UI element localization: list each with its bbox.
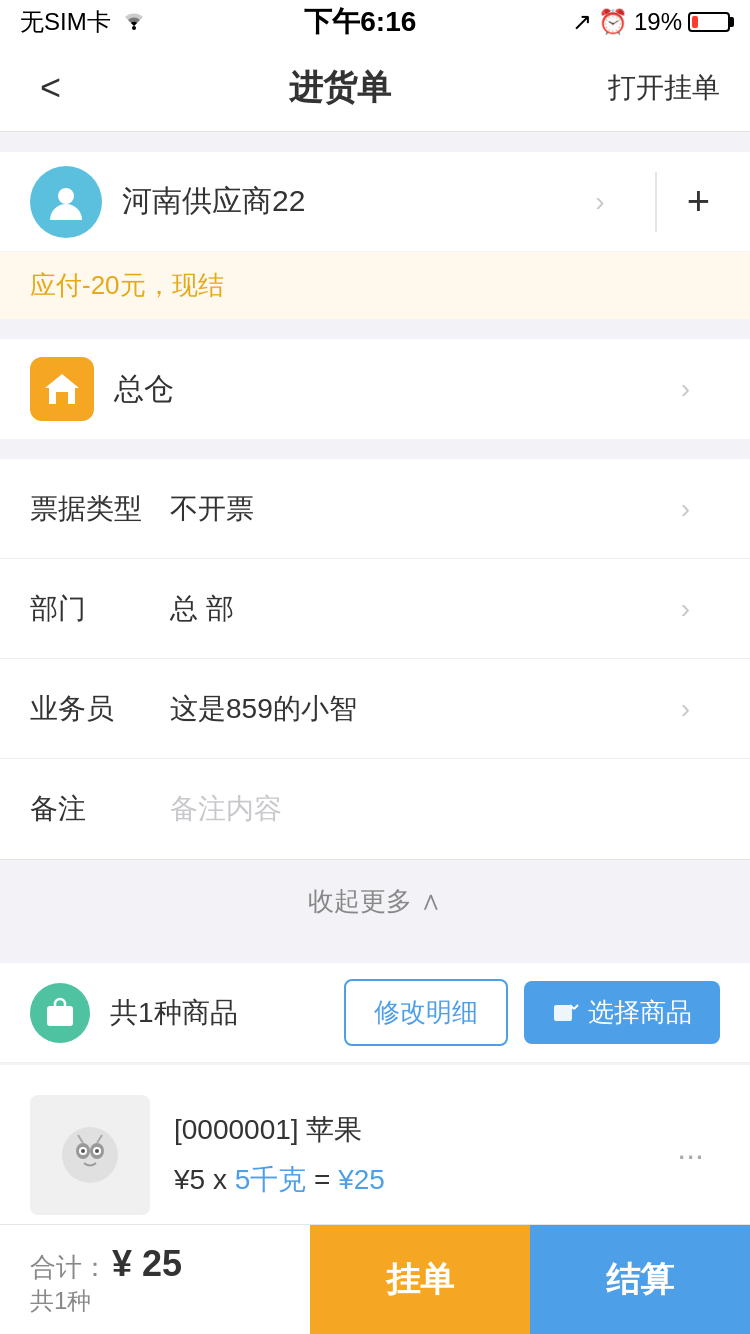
salesman-label: 业务员 xyxy=(30,690,170,728)
add-supplier-button[interactable]: + xyxy=(677,169,720,234)
status-bar: 无SIM卡 下午6:16 ↗ ⏰ 19% xyxy=(0,0,750,44)
nav-bar: < 进货单 打开挂单 xyxy=(0,44,750,132)
supplier-chevron-icon: › xyxy=(595,186,604,218)
product-name: [0000001] 苹果 xyxy=(174,1111,661,1149)
invoice-chevron-icon: › xyxy=(681,493,690,525)
quantity-value: 5千克 xyxy=(235,1164,307,1195)
select-product-button[interactable]: 选择商品 xyxy=(524,981,720,1044)
back-button[interactable]: < xyxy=(30,57,71,119)
checkout-button[interactable]: 结算 xyxy=(530,1225,750,1335)
home-icon xyxy=(43,370,81,408)
svg-rect-2 xyxy=(56,392,68,404)
supplier-avatar xyxy=(30,166,102,238)
select-label: 选择商品 xyxy=(588,995,692,1030)
status-time: 下午6:16 xyxy=(304,3,416,41)
invoice-row[interactable]: 票据类型 不开票 › xyxy=(0,459,750,559)
svg-rect-4 xyxy=(554,1005,572,1021)
products-count: 共1种商品 xyxy=(110,994,344,1032)
collapse-button[interactable]: 收起更多 ∧ xyxy=(0,859,750,943)
modify-detail-button[interactable]: 修改明细 xyxy=(344,979,508,1046)
form-section: 票据类型 不开票 › 部门 总 部 › 业务员 这是859的小智 › 备注 备注… xyxy=(0,459,750,859)
section-gap-1 xyxy=(0,132,750,152)
salesman-value: 这是859的小智 xyxy=(170,690,681,728)
svg-point-7 xyxy=(62,1127,118,1183)
total-amount: ¥ 25 xyxy=(112,1243,182,1285)
svg-rect-3 xyxy=(47,1006,73,1026)
product-image xyxy=(50,1115,130,1195)
status-right: ↗ ⏰ 19% xyxy=(572,8,730,36)
dept-label: 部门 xyxy=(30,590,170,628)
supplier-divider xyxy=(655,172,657,232)
total-label: 合计： xyxy=(30,1250,108,1285)
open-hang-button[interactable]: 打开挂单 xyxy=(608,69,720,107)
bottom-bar: 合计： ¥ 25 共1种 挂单 结算 xyxy=(0,1224,750,1334)
total-section: 合计： ¥ 25 共1种 xyxy=(0,1243,310,1317)
warehouse-chevron-icon: › xyxy=(681,373,690,405)
svg-point-12 xyxy=(81,1149,85,1153)
battery-percent: 19% xyxy=(634,8,682,36)
battery-fill xyxy=(692,16,698,28)
warehouse-icon xyxy=(30,357,94,421)
supplier-section[interactable]: 河南供应商22 › + xyxy=(0,152,750,252)
remark-row[interactable]: 备注 备注内容 xyxy=(0,759,750,859)
alert-row: 应付-20元，现结 xyxy=(0,252,750,319)
equals-sign: = xyxy=(314,1164,338,1195)
wifi-icon xyxy=(119,8,149,36)
warehouse-section[interactable]: 总仓 › xyxy=(0,339,750,439)
total-count: 共1种 xyxy=(30,1285,280,1317)
alert-text: 应付-20元，现结 xyxy=(30,270,224,300)
select-icon xyxy=(552,999,580,1027)
remark-label: 备注 xyxy=(30,790,170,828)
carrier-label: 无SIM卡 xyxy=(20,6,111,38)
hang-button[interactable]: 挂单 xyxy=(310,1225,530,1335)
alarm-icon: ⏰ xyxy=(598,8,628,36)
svg-point-1 xyxy=(58,188,74,204)
dept-value: 总 部 xyxy=(170,590,681,628)
page-title: 进货单 xyxy=(289,65,391,111)
svg-point-0 xyxy=(132,26,136,30)
dept-row[interactable]: 部门 总 部 › xyxy=(0,559,750,659)
shopping-bag-icon xyxy=(43,996,77,1030)
dept-chevron-icon: › xyxy=(681,593,690,625)
collapse-label: 收起更多 ∧ xyxy=(308,886,441,916)
remark-placeholder: 备注内容 xyxy=(170,790,720,828)
product-more-button[interactable]: ··· xyxy=(661,1127,720,1184)
supplier-name: 河南供应商22 xyxy=(122,181,595,222)
product-thumbnail xyxy=(30,1095,150,1215)
warehouse-name: 总仓 xyxy=(114,369,681,410)
product-info: [0000001] 苹果 ¥5 x 5千克 = ¥25 xyxy=(174,1111,661,1199)
products-header: 共1种商品 修改明细 选择商品 xyxy=(0,963,750,1063)
svg-point-13 xyxy=(95,1149,99,1153)
price-per-unit: ¥5 x xyxy=(174,1164,235,1195)
invoice-label: 票据类型 xyxy=(30,490,170,528)
person-icon xyxy=(46,182,86,222)
product-price: ¥5 x 5千克 = ¥25 xyxy=(174,1161,661,1199)
battery-icon xyxy=(688,12,730,32)
status-left: 无SIM卡 xyxy=(20,6,149,38)
products-icon xyxy=(30,983,90,1043)
invoice-value: 不开票 xyxy=(170,490,681,528)
salesman-row[interactable]: 业务员 这是859的小智 › xyxy=(0,659,750,759)
total-row: 合计： ¥ 25 xyxy=(30,1243,280,1285)
salesman-chevron-icon: › xyxy=(681,693,690,725)
location-icon: ↗ xyxy=(572,8,592,36)
subtotal-value: ¥25 xyxy=(338,1164,385,1195)
product-title: 苹果 xyxy=(306,1114,362,1145)
product-code: [0000001] xyxy=(174,1114,306,1145)
product-item: [0000001] 苹果 ¥5 x 5千克 = ¥25 ··· xyxy=(0,1065,750,1246)
